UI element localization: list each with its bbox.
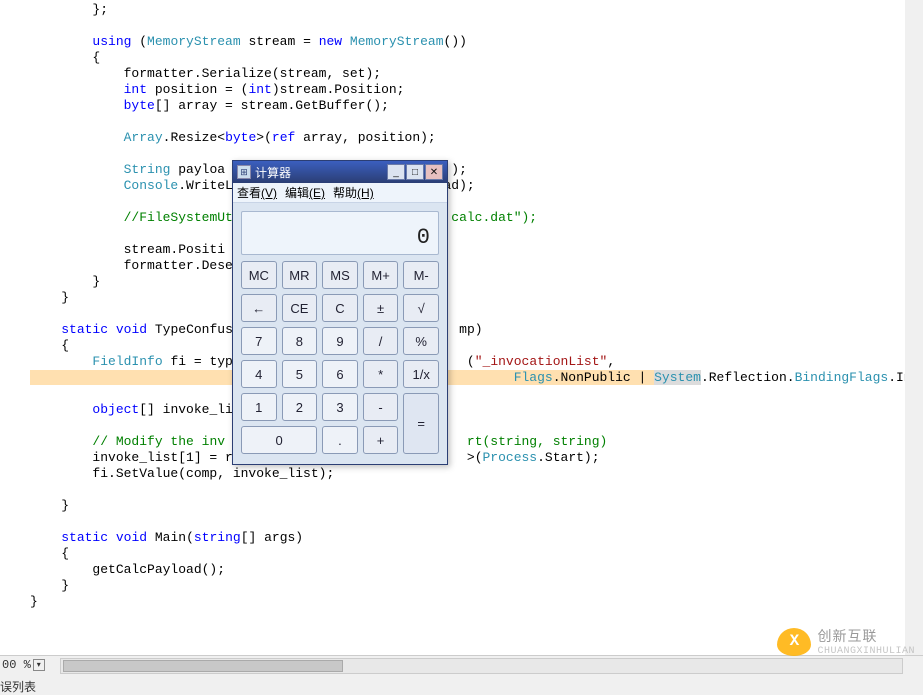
code-line: formatter.Dese xyxy=(30,258,233,273)
code-line: stream.Positi xyxy=(30,242,225,257)
horizontal-scrollbar[interactable] xyxy=(60,658,903,674)
code-line: { xyxy=(30,338,69,353)
code-line: fi.SetValue(comp, invoke_list); xyxy=(30,466,334,481)
code-line: }; xyxy=(30,2,108,17)
digit-9-button[interactable]: 9 xyxy=(322,327,358,355)
mr-button[interactable]: MR xyxy=(282,261,318,289)
calculator-icon: ⊞ xyxy=(237,165,251,179)
code-line: } xyxy=(30,594,38,609)
calculator-menubar: 查看(V) 编辑(E) 帮助(H) xyxy=(233,183,447,203)
divide-button[interactable]: / xyxy=(363,327,399,355)
close-button[interactable]: ✕ xyxy=(425,164,443,180)
watermark-text: 创新互联 xyxy=(817,626,915,646)
digit-3-button[interactable]: 3 xyxy=(322,393,358,421)
digit-1-button[interactable]: 1 xyxy=(241,393,277,421)
error-list-label[interactable]: 误列表 xyxy=(0,678,36,695)
calculator-title: 计算器 xyxy=(255,164,387,181)
calculator-display: 0 xyxy=(241,211,439,255)
code-line: } xyxy=(30,578,69,593)
plusminus-button[interactable]: ± xyxy=(363,294,399,322)
calculator-titlebar[interactable]: ⊞ 计算器 _ □ ✕ xyxy=(233,161,447,183)
code-line: object[] invoke_li xyxy=(30,402,233,417)
code-line: Array.Resize<byte>(ref array, position); xyxy=(30,130,436,145)
equals-button[interactable]: = xyxy=(403,393,439,454)
add-button[interactable]: + xyxy=(363,426,399,454)
code-editor[interactable]: }; using (MemoryStream stream = new Memo… xyxy=(0,0,923,655)
code-line: formatter.Serialize(stream, set); xyxy=(30,66,381,81)
code-line: } xyxy=(30,498,69,513)
code-line: } xyxy=(30,274,100,289)
digit-6-button[interactable]: 6 xyxy=(322,360,358,388)
code-line: } xyxy=(30,290,69,305)
menu-help[interactable]: 帮助(H) xyxy=(333,184,374,201)
digit-2-button[interactable]: 2 xyxy=(282,393,318,421)
zoom-value: 00 % xyxy=(2,658,31,672)
decimal-button[interactable]: . xyxy=(322,426,358,454)
subtract-button[interactable]: - xyxy=(363,393,399,421)
ms-button[interactable]: MS xyxy=(322,261,358,289)
mminus-button[interactable]: M- xyxy=(403,261,439,289)
digit-0-button[interactable]: 0 xyxy=(241,426,317,454)
reciprocal-button[interactable]: 1/x xyxy=(403,360,439,388)
watermark-subtext: CHUANGXINHULIAN xyxy=(817,646,915,657)
multiply-button[interactable]: * xyxy=(363,360,399,388)
code-line: { xyxy=(30,546,69,561)
digit-8-button[interactable]: 8 xyxy=(282,327,318,355)
status-bar: 00 % ▾ 误列表 xyxy=(0,655,923,695)
code-line: static void Main(string[] args) xyxy=(30,530,303,545)
backspace-button[interactable]: ← xyxy=(241,294,277,322)
code-line: using (MemoryStream stream = new MemoryS… xyxy=(30,34,467,49)
watermark-logo-icon xyxy=(777,628,811,656)
watermark: 创新互联 CHUANGXINHULIAN xyxy=(777,626,915,657)
minimize-button[interactable]: _ xyxy=(387,164,405,180)
digit-5-button[interactable]: 5 xyxy=(282,360,318,388)
scrollbar-thumb[interactable] xyxy=(63,660,343,672)
code-line: byte[] array = stream.GetBuffer(); xyxy=(30,98,389,113)
menu-view[interactable]: 查看(V) xyxy=(237,184,277,201)
calculator-keypad: MC MR MS M+ M- ← CE C ± √ 7 8 9 / % 4 5 … xyxy=(233,261,447,464)
c-button[interactable]: C xyxy=(322,294,358,322)
zoom-dropdown-icon[interactable]: ▾ xyxy=(33,659,45,671)
code-line: getCalcPayload(); xyxy=(30,562,225,577)
maximize-button[interactable]: □ xyxy=(406,164,424,180)
mc-button[interactable]: MC xyxy=(241,261,277,289)
sqrt-button[interactable]: √ xyxy=(403,294,439,322)
vertical-scrollbar[interactable] xyxy=(905,0,923,655)
mplus-button[interactable]: M+ xyxy=(363,261,399,289)
code-line: int position = (int)stream.Position; xyxy=(30,82,404,97)
menu-edit[interactable]: 编辑(E) xyxy=(285,184,325,201)
calculator-window[interactable]: ⊞ 计算器 _ □ ✕ 查看(V) 编辑(E) 帮助(H) 0 MC MR MS… xyxy=(232,160,448,465)
code-line: { xyxy=(30,50,100,65)
percent-button[interactable]: % xyxy=(403,327,439,355)
zoom-control[interactable]: 00 % ▾ xyxy=(2,658,45,672)
digit-7-button[interactable]: 7 xyxy=(241,327,277,355)
digit-4-button[interactable]: 4 xyxy=(241,360,277,388)
ce-button[interactable]: CE xyxy=(282,294,318,322)
